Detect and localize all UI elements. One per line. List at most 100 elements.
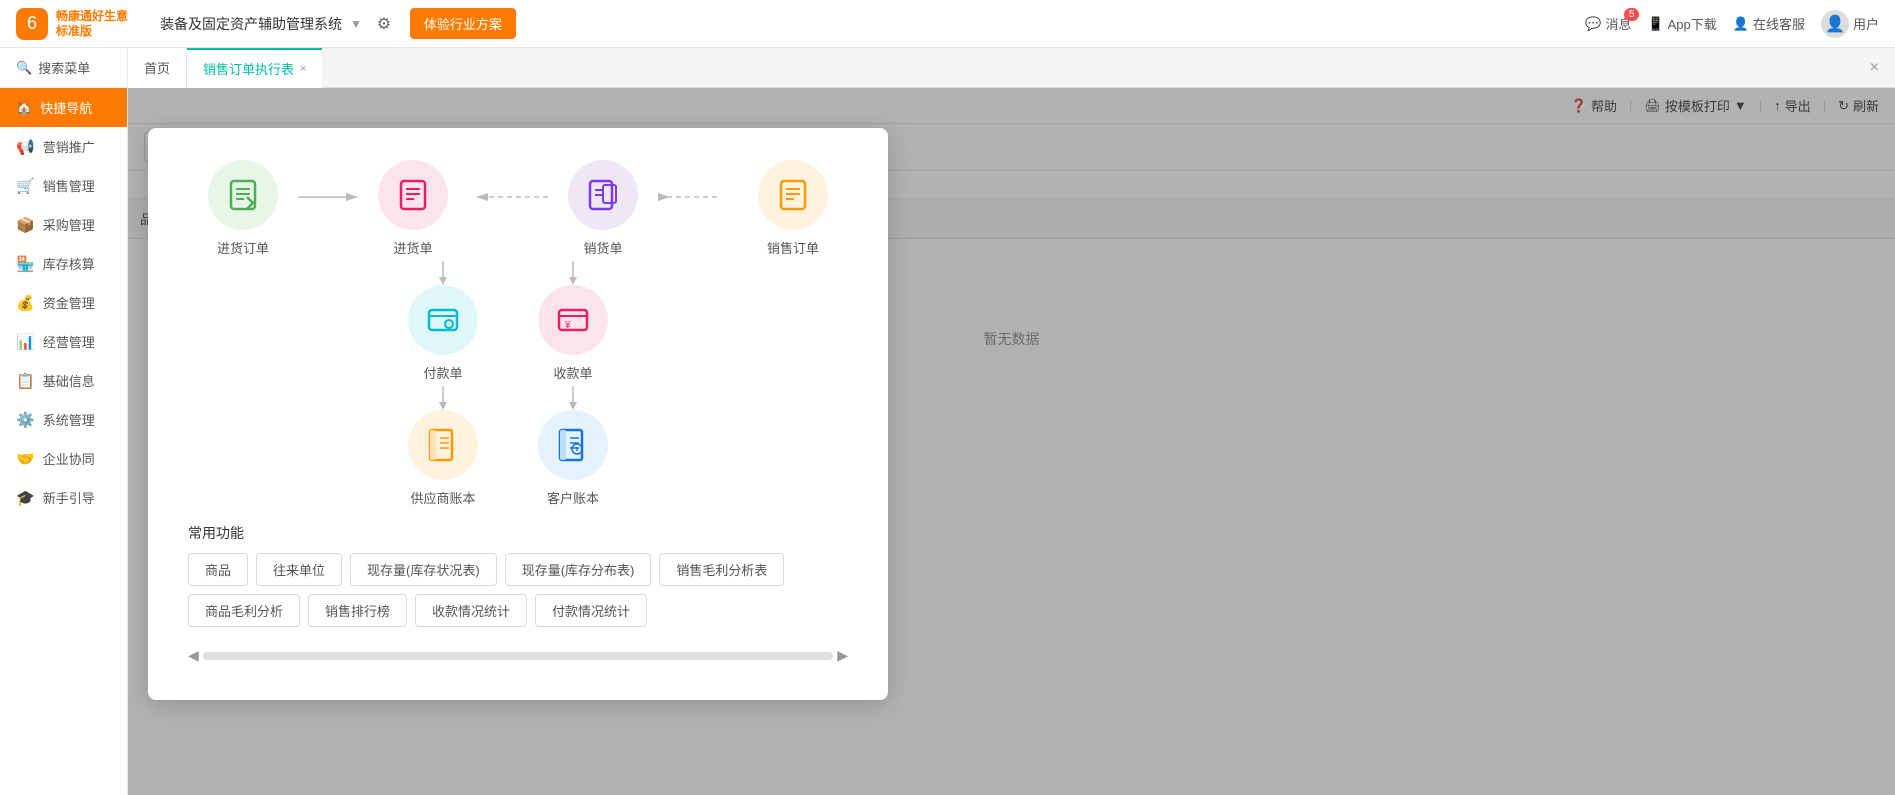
sidebar-item-operations[interactable]: 📊 经营管理 (0, 322, 127, 361)
func-btn-商品[interactable]: 商品 (188, 553, 248, 586)
guide-label: 新手引导 (43, 488, 95, 507)
message-badge: 5 (1624, 8, 1640, 21)
user-area[interactable]: 👤 用户 (1821, 10, 1879, 38)
flow-row-arrows-down-2 (188, 386, 848, 410)
sales-bill-circle[interactable] (568, 160, 638, 230)
sales-label: 销售管理 (43, 176, 95, 195)
customer-ledger-circle[interactable] (538, 410, 608, 480)
trial-button[interactable]: 体验行业方案 (410, 8, 516, 39)
system-dropdown-icon[interactable]: ▼ (350, 17, 362, 31)
tab-home[interactable]: 首页 (128, 48, 187, 88)
search-menu[interactable]: 🔍 搜索菜单 (0, 48, 127, 88)
tab-sales-order[interactable]: 销售订单执行表 × (187, 48, 322, 88)
flow-section: 进货订单 (188, 160, 848, 507)
message-icon: 💬 (1585, 16, 1601, 32)
scroll-row: ◀ ▶ (188, 643, 848, 668)
flow-node-purchase-bill: 进货单 (358, 160, 468, 257)
func-btn-现存量(库存分布表)[interactable]: 现存量(库存分布表) (505, 553, 652, 586)
app-download-icon: 📱 (1647, 16, 1663, 32)
purchase-bill-circle[interactable] (378, 160, 448, 230)
sidebar-item-finance[interactable]: 💰 资金管理 (0, 283, 127, 322)
func-btn-商品毛利分析[interactable]: 商品毛利分析 (188, 594, 300, 627)
dashed-arrow-2 (468, 189, 548, 205)
app-download-item[interactable]: 📱 App下载 (1647, 14, 1716, 33)
modal-overlay[interactable]: 进货订单 (128, 88, 1895, 795)
enterprise-label: 企业协同 (43, 449, 95, 468)
enterprise-icon: 🤝 (16, 450, 35, 468)
receipt-circle[interactable]: ¥ (538, 285, 608, 355)
flow-node-supplier-ledger: 供应商账本 (378, 410, 508, 507)
scroll-right-btn[interactable]: ▶ (837, 647, 848, 664)
common-functions-title: 常用功能 (188, 523, 848, 543)
flow-row-arrows-down (188, 261, 848, 285)
sales-icon: 🛒 (16, 177, 35, 195)
func-btn-现存量(库存状况表)[interactable]: 现存量(库存状况表) (350, 553, 497, 586)
sidebar-item-sales[interactable]: 🛒 销售管理 (0, 166, 127, 205)
func-btn-销售毛利分析表[interactable]: 销售毛利分析表 (659, 553, 784, 586)
flow-node-sales-order: 销售订单 (738, 160, 848, 257)
sidebar-item-system[interactable]: ⚙️系统管理 (0, 400, 127, 439)
operations-icon: 📊 (16, 333, 35, 351)
tab-close-icon[interactable]: × (300, 63, 306, 75)
sidebar-items-container: 📢营销推广 🛒 销售管理 📦采购管理🏪库存核算 💰 资金管理 📊 经营管理 📋基础信息⚙️系统管… (0, 127, 127, 517)
flow-node-sales-bill: 销货单 (548, 160, 658, 257)
finance-label: 资金管理 (43, 293, 95, 312)
flow-row-3: 供应商账本 客户账本 (188, 410, 848, 507)
inventory-icon: 🏪 (16, 255, 35, 273)
func-btn-收款情况统计[interactable]: 收款情况统计 (415, 594, 527, 627)
logo-icon: 6 (16, 8, 48, 40)
flow-node-purchase-order: 进货订单 (188, 160, 298, 257)
sales-order-label: 销售订单 (767, 238, 819, 257)
flow-node-receipt: ¥ 收款单 (508, 285, 638, 382)
tab-bar: 首页 销售订单执行表 × × (128, 48, 1895, 88)
sidebar-item-inventory[interactable]: 🏪库存核算 (0, 244, 127, 283)
user-avatar: 👤 (1821, 10, 1849, 38)
receipt-label: 收款单 (553, 363, 592, 382)
flow-node-payment: 付款单 (378, 285, 508, 382)
sidebar-item-purchase[interactable]: 📦采购管理 (0, 205, 127, 244)
settings-icon[interactable]: ⚙ (370, 10, 398, 38)
sidebar-item-marketing[interactable]: 📢营销推广 (0, 127, 127, 166)
sidebar-item-enterprise[interactable]: 🤝 企业协同 (0, 439, 127, 478)
purchase-order-label: 进货订单 (217, 238, 269, 257)
system-title: 装备及固定资产辅助管理系统 ▼ (160, 14, 362, 34)
payment-circle[interactable] (408, 285, 478, 355)
supplier-ledger-circle[interactable] (408, 410, 478, 480)
system-name: 装备及固定资产辅助管理系统 (160, 14, 342, 34)
sidebar-item-basic[interactable]: 📋基础信息 (0, 361, 127, 400)
tab-active-label: 销售订单执行表 (203, 59, 294, 78)
scroll-bar-track[interactable] (203, 652, 833, 660)
modal-box: 进货订单 (148, 128, 888, 700)
sidebar: 🔍 搜索菜单 🏠 快捷导航 📢营销推广🛒销售管理📦采购管理🏪库存核算💰资金管理📊… (0, 48, 128, 795)
sales-order-circle[interactable] (758, 160, 828, 230)
marketing-icon: 📢 (16, 138, 35, 156)
scroll-left-btn[interactable]: ◀ (188, 647, 199, 664)
purchase-label: 采购管理 (43, 215, 95, 234)
finance-icon: 💰 (16, 294, 35, 312)
func-btn-往来单位[interactable]: 往来单位 (256, 553, 342, 586)
logo-area: 6 畅康通好生意 标准版 (16, 8, 144, 40)
svg-text:¥: ¥ (564, 320, 571, 331)
func-btn-付款情况统计[interactable]: 付款情况统计 (535, 594, 647, 627)
flow-row-2: 付款单 ¥ 收款单 (188, 285, 848, 382)
sales-bill-label: 销货单 (583, 238, 622, 257)
home-icon: 🏠 (16, 100, 32, 116)
flow-row-1: 进货订单 (188, 160, 848, 257)
flow-node-customer-ledger: 客户账本 (508, 410, 638, 507)
online-service-item[interactable]: 👤 在线客服 (1733, 14, 1805, 33)
supplier-ledger-label: 供应商账本 (410, 488, 475, 507)
payment-label: 付款单 (423, 363, 462, 382)
message-item[interactable]: 💬 消息 5 (1585, 14, 1631, 33)
purchase-bill-label: 进货单 (393, 238, 432, 257)
search-icon: 🔍 (16, 60, 32, 76)
func-btn-销售排行榜[interactable]: 销售排行榜 (308, 594, 407, 627)
operations-label: 经营管理 (43, 332, 95, 351)
tab-panel-close-icon[interactable]: × (1870, 59, 1879, 77)
sidebar-item-guide[interactable]: 🎓新手引导 (0, 478, 127, 517)
header-right: 💬 消息 5 📱 App下载 👤 在线客服 👤 用户 (1585, 10, 1879, 38)
customer-ledger-label: 客户账本 (547, 488, 599, 507)
purchase-order-circle[interactable] (208, 160, 278, 230)
dashed-arrow-3 (658, 189, 738, 205)
arrow-right-1 (298, 189, 358, 205)
logo-text: 畅康通好生意 标准版 (56, 9, 128, 38)
